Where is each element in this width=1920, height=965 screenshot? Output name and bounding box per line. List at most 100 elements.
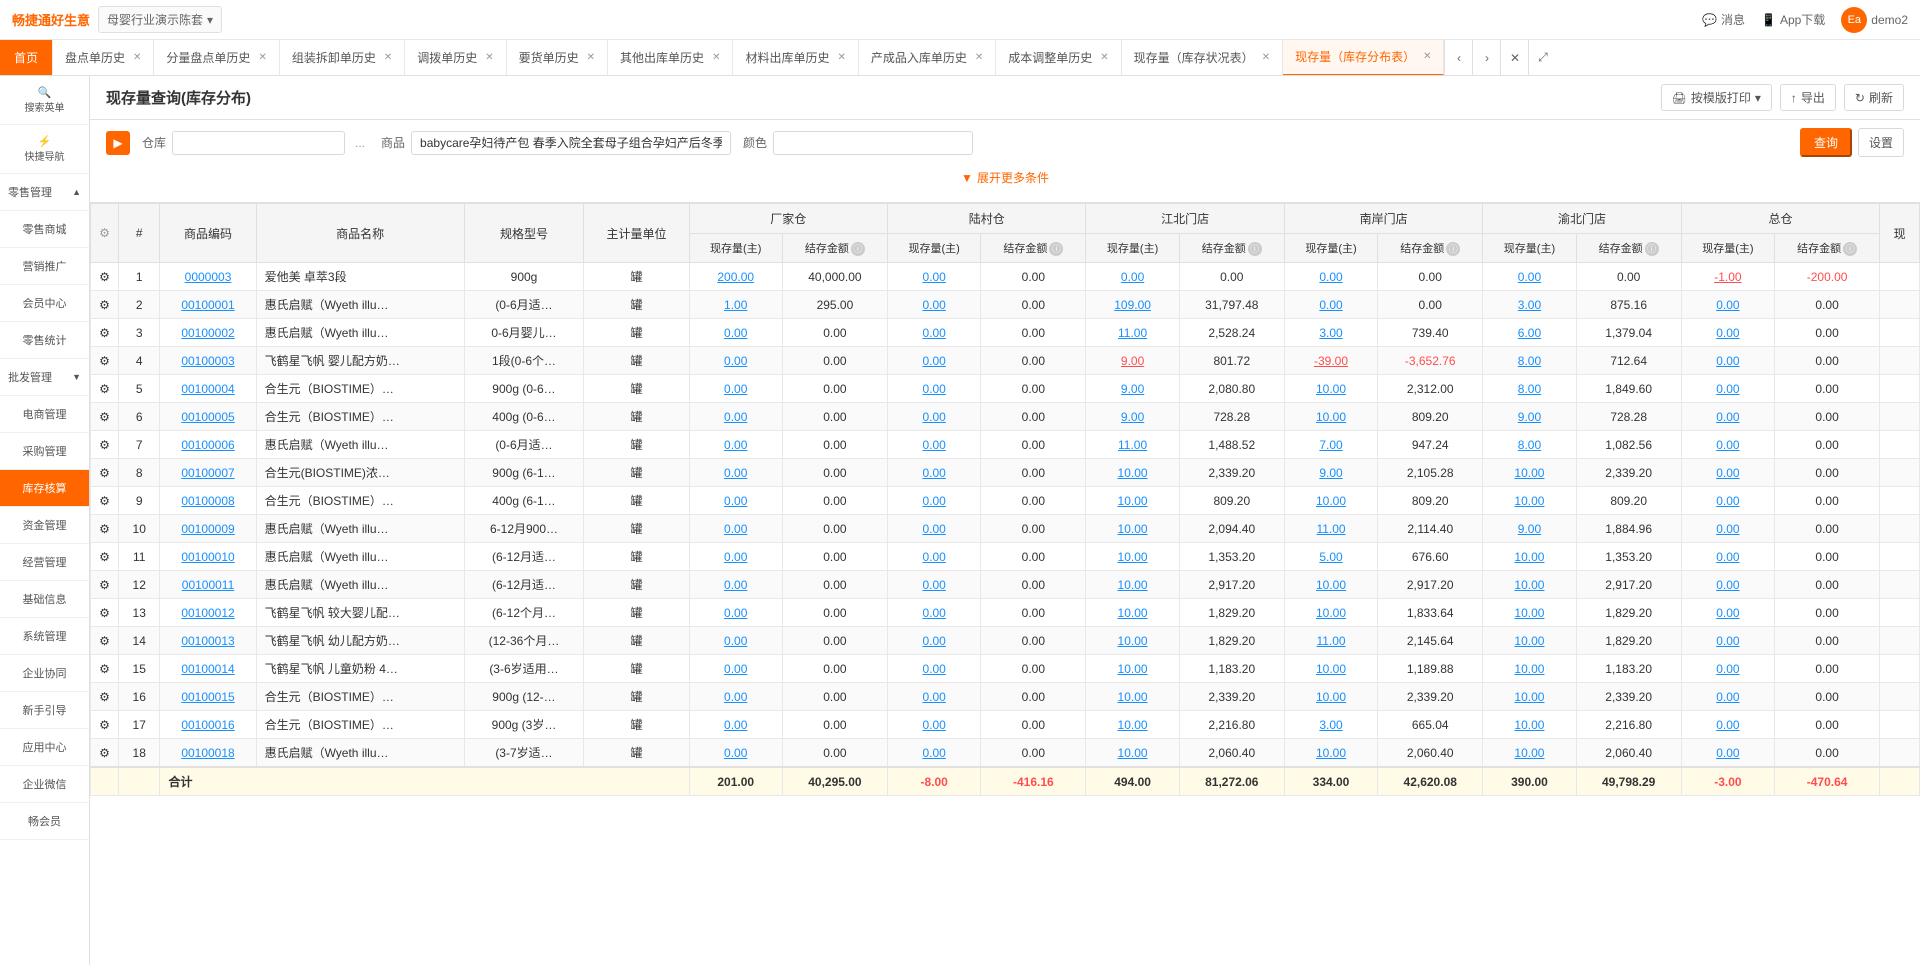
- row-land-qty[interactable]: 0.00: [887, 459, 980, 487]
- row-fac-qty[interactable]: 0.00: [689, 627, 782, 655]
- tab-produce-in[interactable]: 产成品入库单历史 ✕: [859, 40, 996, 76]
- row-settings[interactable]: ⚙: [91, 487, 119, 515]
- filter-toggle-btn[interactable]: ▶: [106, 131, 130, 155]
- settings-btn[interactable]: 设置: [1858, 128, 1904, 157]
- org-selector[interactable]: 母婴行业演示陈套 ▾: [98, 6, 222, 33]
- row-land-qty[interactable]: 0.00: [887, 711, 980, 739]
- row-yb-qty[interactable]: 10.00: [1483, 487, 1576, 515]
- tab-stocktake-close[interactable]: ✕: [133, 52, 141, 63]
- row-jb-qty[interactable]: 10.00: [1086, 543, 1179, 571]
- row-settings[interactable]: ⚙: [91, 291, 119, 319]
- row-fac-qty[interactable]: 0.00: [689, 571, 782, 599]
- product-input[interactable]: [411, 131, 731, 155]
- row-na-qty[interactable]: 11.00: [1284, 515, 1377, 543]
- sidebar-item-enterprise[interactable]: 企业协同: [0, 655, 89, 692]
- row-settings[interactable]: ⚙: [91, 571, 119, 599]
- row-na-qty[interactable]: 9.00: [1284, 459, 1377, 487]
- row-settings[interactable]: ⚙: [91, 543, 119, 571]
- query-btn[interactable]: 查询: [1800, 128, 1852, 157]
- row-tot-qty[interactable]: 0.00: [1681, 375, 1774, 403]
- tab-split-stocktake-close[interactable]: ✕: [258, 52, 266, 63]
- warehouse-input[interactable]: [172, 131, 345, 155]
- row-fac-qty[interactable]: 0.00: [689, 515, 782, 543]
- row-jb-qty[interactable]: 9.00: [1086, 375, 1179, 403]
- sidebar-item-new-guide[interactable]: 新手引导: [0, 692, 89, 729]
- row-tot-qty[interactable]: 0.00: [1681, 655, 1774, 683]
- sidebar-item-base-info[interactable]: 基础信息: [0, 581, 89, 618]
- row-code[interactable]: 00100002: [160, 319, 256, 347]
- tab-material-out[interactable]: 材料出库单历史 ✕: [733, 40, 858, 76]
- row-yb-qty[interactable]: 10.00: [1483, 543, 1576, 571]
- row-yb-qty[interactable]: 10.00: [1483, 655, 1576, 683]
- refresh-btn[interactable]: ↻ 刷新: [1844, 84, 1904, 111]
- na-amt-info-icon[interactable]: ⓘ: [1446, 242, 1460, 256]
- row-settings[interactable]: ⚙: [91, 739, 119, 768]
- tab-stocktake[interactable]: 盘点单历史 ✕: [53, 40, 154, 76]
- row-tot-qty[interactable]: 0.00: [1681, 319, 1774, 347]
- row-code[interactable]: 00100008: [160, 487, 256, 515]
- row-tot-qty[interactable]: 0.00: [1681, 571, 1774, 599]
- row-jb-qty[interactable]: 109.00: [1086, 291, 1179, 319]
- row-tot-qty[interactable]: 0.00: [1681, 487, 1774, 515]
- row-na-qty[interactable]: 10.00: [1284, 375, 1377, 403]
- row-tot-qty[interactable]: 0.00: [1681, 711, 1774, 739]
- sidebar-item-wholesale[interactable]: 批发管理 ▼: [0, 359, 89, 396]
- tab-other-out-close[interactable]: ✕: [712, 52, 720, 63]
- row-yb-qty[interactable]: 3.00: [1483, 291, 1576, 319]
- row-yb-qty[interactable]: 8.00: [1483, 375, 1576, 403]
- row-tot-qty[interactable]: 0.00: [1681, 739, 1774, 768]
- tab-next-btn[interactable]: ›: [1472, 40, 1500, 76]
- row-jb-qty[interactable]: 10.00: [1086, 599, 1179, 627]
- row-tot-qty[interactable]: 0.00: [1681, 291, 1774, 319]
- sidebar-item-business[interactable]: 经营管理: [0, 544, 89, 581]
- row-na-qty[interactable]: 10.00: [1284, 571, 1377, 599]
- row-settings[interactable]: ⚙: [91, 627, 119, 655]
- table-container[interactable]: ⚙ # 商品编码 商品名称 规格型号 主计量单位 厂家仓 陆村仓 江北门店 南岸…: [90, 203, 1920, 965]
- row-settings[interactable]: ⚙: [91, 515, 119, 543]
- row-jb-qty[interactable]: 10.00: [1086, 487, 1179, 515]
- row-na-qty[interactable]: 10.00: [1284, 599, 1377, 627]
- sidebar-item-sys-mgmt[interactable]: 系统管理: [0, 618, 89, 655]
- jb-amt-info-icon[interactable]: ⓘ: [1248, 242, 1262, 256]
- row-yb-qty[interactable]: 0.00: [1483, 263, 1576, 291]
- row-jb-qty[interactable]: 0.00: [1086, 263, 1179, 291]
- message-btn[interactable]: 💬 消息: [1702, 11, 1745, 28]
- tab-transfer-close[interactable]: ✕: [485, 52, 493, 63]
- row-land-qty[interactable]: 0.00: [887, 347, 980, 375]
- row-code[interactable]: 00100003: [160, 347, 256, 375]
- row-land-qty[interactable]: 0.00: [887, 655, 980, 683]
- row-jb-qty[interactable]: 10.00: [1086, 459, 1179, 487]
- row-tot-qty[interactable]: 0.00: [1681, 627, 1774, 655]
- row-na-qty[interactable]: 10.00: [1284, 655, 1377, 683]
- row-yb-qty[interactable]: 8.00: [1483, 431, 1576, 459]
- user-area[interactable]: Ea demo2: [1841, 7, 1908, 33]
- row-code[interactable]: 00100012: [160, 599, 256, 627]
- tab-cost-adjust[interactable]: 成本调整单历史 ✕: [996, 40, 1121, 76]
- sidebar-item-enterprise-wx[interactable]: 企业微信: [0, 766, 89, 803]
- row-fac-qty[interactable]: 0.00: [689, 403, 782, 431]
- row-yb-qty[interactable]: 10.00: [1483, 739, 1576, 768]
- row-fac-qty[interactable]: 0.00: [689, 347, 782, 375]
- expand-btn[interactable]: ▼ 展开更多条件: [961, 165, 1049, 190]
- tab-request-close[interactable]: ✕: [587, 52, 595, 63]
- row-settings[interactable]: ⚙: [91, 347, 119, 375]
- row-land-qty[interactable]: 0.00: [887, 375, 980, 403]
- row-fac-qty[interactable]: 0.00: [689, 683, 782, 711]
- row-fac-qty[interactable]: 0.00: [689, 375, 782, 403]
- row-na-qty[interactable]: 10.00: [1284, 487, 1377, 515]
- row-tot-qty[interactable]: -1.00: [1681, 263, 1774, 291]
- tab-stock-dist[interactable]: 现存量（库存分布表） ✕: [1283, 40, 1444, 76]
- row-tot-qty[interactable]: 0.00: [1681, 515, 1774, 543]
- row-settings[interactable]: ⚙: [91, 263, 119, 291]
- row-settings[interactable]: ⚙: [91, 599, 119, 627]
- row-yb-qty[interactable]: 9.00: [1483, 403, 1576, 431]
- row-na-qty[interactable]: 10.00: [1284, 403, 1377, 431]
- row-code[interactable]: 00100015: [160, 683, 256, 711]
- tab-home[interactable]: 首页: [0, 40, 53, 76]
- tab-stock-status-close[interactable]: ✕: [1262, 52, 1270, 63]
- row-na-qty[interactable]: 5.00: [1284, 543, 1377, 571]
- row-code[interactable]: 00100013: [160, 627, 256, 655]
- row-land-qty[interactable]: 0.00: [887, 403, 980, 431]
- tab-material-out-close[interactable]: ✕: [837, 52, 845, 63]
- row-fac-qty[interactable]: 0.00: [689, 543, 782, 571]
